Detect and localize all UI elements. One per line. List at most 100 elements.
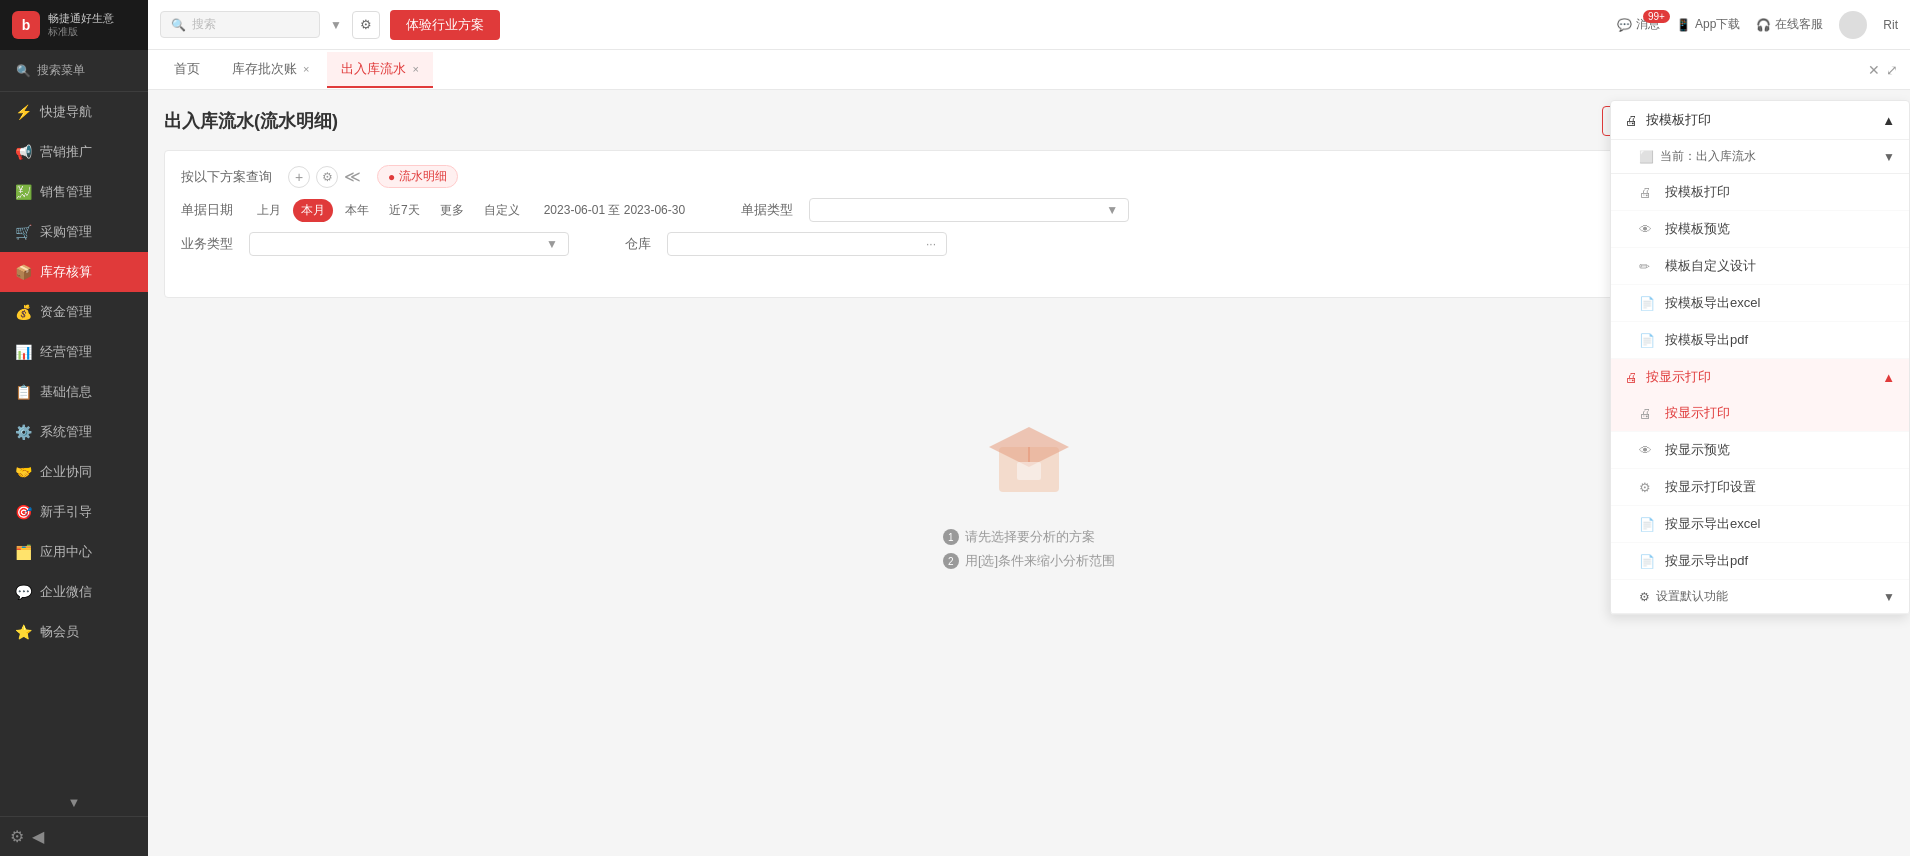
filter-active-tag[interactable]: ● 流水明细 [377,165,458,188]
chevron-down-icon: ▼ [1883,150,1895,164]
sidebar-item-purchase[interactable]: 🛒 采购管理 [0,212,148,252]
dropdown-item-template-excel[interactable]: 📄 按模板导出excel [1611,285,1909,322]
sidebar-item-inventory[interactable]: 📦 库存核算 [0,252,148,292]
filter-collapse-button[interactable]: ≪ [344,167,361,186]
search-menu-button[interactable]: 🔍 搜索菜单 [10,58,138,83]
sales-icon: 💹 [14,184,32,200]
date-tab-this-year[interactable]: 本年 [337,199,377,222]
user-avatar[interactable] [1839,11,1867,39]
tab-flow[interactable]: 出入库流水 × [327,52,432,88]
dropdown-item-template-pdf[interactable]: 📄 按模板导出pdf [1611,322,1909,359]
inventory-icon: 📦 [14,264,32,280]
tab-flow-label: 出入库流水 [341,60,406,78]
tab-batch-label: 库存批次账 [232,60,297,78]
operations-icon: 📊 [14,344,32,360]
dropdown-header[interactable]: 🖨 按模板打印 ▲ [1611,101,1909,140]
filter-toolbar: + ⚙ ≪ [288,166,361,188]
bill-type-select[interactable]: ▼ [809,198,1129,222]
topbar: 🔍 搜索 ▼ ⚙ 体验行业方案 💬 消息 99+ 📱 App下载 🎧 在线客服 … [148,0,1910,50]
sidebar-item-guide[interactable]: 🎯 新手引导 [0,492,148,532]
messages-button[interactable]: 💬 消息 99+ [1617,16,1660,33]
dropdown-current-template[interactable]: ⬜ 当前：出入库流水 ▼ [1611,140,1909,174]
tab-expand-icon[interactable]: ⤢ [1886,62,1898,78]
sidebar-item-basic[interactable]: 📋 基础信息 [0,372,148,412]
sidebar-item-wechat[interactable]: 💬 企业微信 [0,572,148,612]
print-dropdown-panel: 🖨 按模板打印 ▲ ⬜ 当前：出入库流水 ▼ 🖨 按模板打印 👁 按模板预览 ✏… [1610,100,1910,615]
sidebar-item-system[interactable]: ⚙️ 系统管理 [0,412,148,452]
apps-icon: 🗂️ [14,544,32,560]
filter-add-button[interactable]: + [288,166,310,188]
sidebar-item-label: 营销推广 [40,143,92,161]
dropdown-item-template-preview[interactable]: 👁 按模板预览 [1611,211,1909,248]
topbar-settings-button[interactable]: ⚙ [352,11,380,39]
dropdown-item-display-pdf[interactable]: 📄 按显示导出pdf [1611,543,1909,580]
sidebar-settings-button[interactable]: ⚙ [10,827,24,846]
app-download-label: App下载 [1695,16,1740,33]
warehouse-select[interactable]: ··· [667,232,947,256]
item-label: 模板自定义设计 [1665,257,1756,275]
wechat-icon: 💬 [14,584,32,600]
sidebar-item-finance[interactable]: 💰 资金管理 [0,292,148,332]
collab-icon: 🤝 [14,464,32,480]
tab-batch[interactable]: 库存批次账 × [218,52,323,88]
sidebar-item-sales[interactable]: 💹 销售管理 [0,172,148,212]
topbar-search[interactable]: 🔍 搜索 [160,11,320,38]
footer-label: 设置默认功能 [1656,588,1728,605]
sidebar-item-label: 资金管理 [40,303,92,321]
app-download-button[interactable]: 📱 App下载 [1676,16,1740,33]
date-tab-last-month[interactable]: 上月 [249,199,289,222]
search-icon: 🔍 [16,64,31,78]
sidebar-item-quicknav[interactable]: ⚡ 快捷导航 [0,92,148,132]
date-tab-more[interactable]: 更多 [432,199,472,222]
topbar-right: 💬 消息 99+ 📱 App下载 🎧 在线客服 Rit [1617,11,1898,39]
system-icon: ⚙️ [14,424,32,440]
sidebar-item-operations[interactable]: 📊 经营管理 [0,332,148,372]
headset-icon: 🎧 [1756,18,1771,32]
printer-icon: 🖨 [1639,406,1655,421]
online-service-label: 在线客服 [1775,16,1823,33]
dropdown-footer[interactable]: ⚙ 设置默认功能 ▼ [1611,580,1909,614]
sidebar-item-collab[interactable]: 🤝 企业协同 [0,452,148,492]
sidebar-search-area: 🔍 搜索菜单 [0,50,148,92]
member-icon: ⭐ [14,624,32,640]
sidebar-item-marketing[interactable]: 📢 营销推广 [0,132,148,172]
dropdown-section-display[interactable]: 🖨 按显示打印 ▲ [1611,359,1909,395]
date-tab-7days[interactable]: 近7天 [381,199,428,222]
sidebar-item-label: 应用中心 [40,543,92,561]
search-placeholder-text: 搜索 [192,16,216,33]
sidebar-item-label: 销售管理 [40,183,92,201]
ellipsis-icon: ··· [926,237,936,251]
username-label: Rit [1883,18,1898,32]
dropdown-item-display-settings[interactable]: ⚙ 按显示打印设置 [1611,469,1909,506]
trial-button[interactable]: 体验行业方案 [390,10,500,40]
tab-home[interactable]: 首页 [160,52,214,88]
file-icon: 📄 [1639,296,1655,311]
purchase-icon: 🛒 [14,224,32,240]
dropdown-item-display-excel[interactable]: 📄 按显示导出excel [1611,506,1909,543]
item-label: 按模板打印 [1665,183,1730,201]
tab-flow-close[interactable]: × [412,63,418,75]
sidebar-item-label: 系统管理 [40,423,92,441]
dropdown-item-template-print[interactable]: 🖨 按模板打印 [1611,174,1909,211]
online-service-button[interactable]: 🎧 在线客服 [1756,16,1823,33]
tab-close-all-icon[interactable]: ✕ [1868,62,1880,78]
sidebar-item-apps[interactable]: 🗂️ 应用中心 [0,532,148,572]
svg-rect-2 [1017,462,1041,480]
quicknav-icon: ⚡ [14,104,32,120]
sidebar-item-member[interactable]: ⭐ 畅会员 [0,612,148,652]
sidebar-scroll-down[interactable]: ▼ [0,789,148,816]
messages-badge: 99+ [1643,10,1670,23]
dropdown-item-template-design[interactable]: ✏ 模板自定义设计 [1611,248,1909,285]
dropdown-item-display-preview[interactable]: 👁 按显示预览 [1611,432,1909,469]
sidebar-collapse-button[interactable]: ◀ [32,827,44,846]
warehouse-label: 仓库 [625,235,651,253]
topbar-dropdown-arrow[interactable]: ▼ [330,18,342,32]
filter-settings-button[interactable]: ⚙ [316,166,338,188]
section-label: 按显示打印 [1646,368,1711,386]
date-tab-this-month[interactable]: 本月 [293,199,333,222]
finance-icon: 💰 [14,304,32,320]
dropdown-item-display-print[interactable]: 🖨 按显示打印 [1611,395,1909,432]
tab-batch-close[interactable]: × [303,63,309,75]
date-tab-custom[interactable]: 自定义 [476,199,528,222]
business-type-select[interactable]: ▼ [249,232,569,256]
